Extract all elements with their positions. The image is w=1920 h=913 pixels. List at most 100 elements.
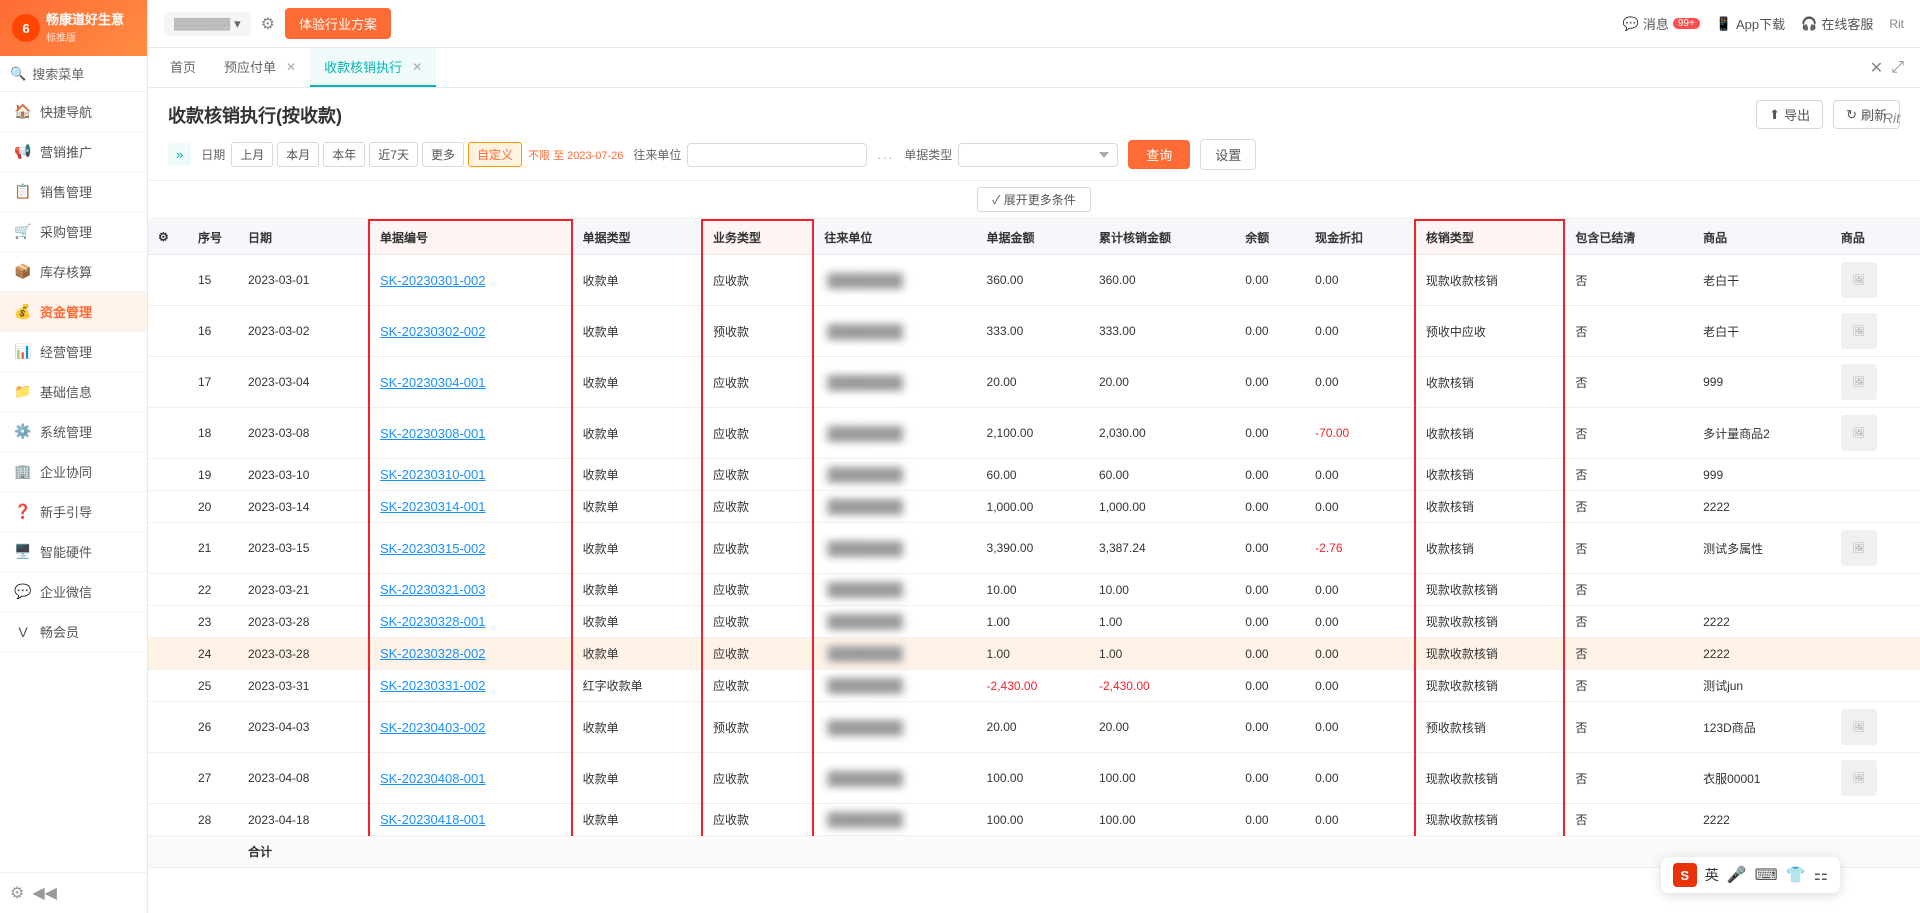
tab-collection[interactable]: 收款核销执行 ✕ [310,48,436,87]
row-total-writeoff: 100.00 [1089,753,1235,804]
doc-no-link[interactable]: SK-20230328-002 [380,646,486,661]
shirt-icon[interactable]: 👕 [1786,865,1806,885]
collapse-icon[interactable]: ◀◀ [32,883,57,903]
row-settings-cell[interactable] [148,357,188,408]
row-biz-type: 预收款 [702,306,813,357]
sidebar-item-wechat[interactable]: 💬 企业微信 [0,572,147,612]
row-product-img: 🖼 [1831,753,1920,804]
tab-prepay[interactable]: 预应付单 ✕ [210,48,310,87]
mic-icon[interactable]: 🎤 [1727,865,1747,885]
row-amount: 1.00 [977,606,1089,638]
doc-no-link[interactable]: SK-20230314-001 [380,499,486,514]
sidebar-item-enterprise[interactable]: 🏢 企业协同 [0,452,147,492]
doctype-select[interactable] [958,143,1118,167]
row-balance: 0.00 [1235,255,1305,306]
row-settings-cell[interactable] [148,523,188,574]
row-settings-cell[interactable] [148,491,188,523]
tab-close-collection[interactable]: ✕ [412,60,422,74]
notification-item[interactable]: 💬 消息 99+ [1623,14,1700,33]
row-settings-cell[interactable] [148,670,188,702]
sidebar-item-guide[interactable]: ❓ 新手引导 [0,492,147,532]
tab-expand-btn[interactable]: ⤢ [1891,59,1904,77]
query-button[interactable]: 查询 [1128,140,1190,169]
row-settings-cell[interactable] [148,408,188,459]
sidebar-item-marketing[interactable]: 📢 营销推广 [0,132,147,172]
row-product-img: 🖼 [1831,702,1920,753]
table-container[interactable]: ⚙ 序号 日期 单据编号 单据类型 业务类型 往来单位 单据金额 累计核销金额 … [148,219,1920,913]
row-settings-cell[interactable] [148,459,188,491]
sidebar-item-finance[interactable]: 💰 资金管理 [0,292,147,332]
this-year-btn[interactable]: 本年 [323,142,365,167]
sidebar-item-operation[interactable]: 📊 经营管理 [0,332,147,372]
more-date-btn[interactable]: 更多 [422,142,464,167]
doc-no-link[interactable]: SK-20230328-001 [380,614,486,629]
row-settings-cell[interactable] [148,306,188,357]
sidebar-item-hardware[interactable]: 🖥️ 智能硬件 [0,532,147,572]
row-settings-cell[interactable] [148,753,188,804]
doc-no-link[interactable]: SK-20230315-002 [380,541,486,556]
row-cash-discount: 0.00 [1305,357,1415,408]
row-balance: 0.00 [1235,606,1305,638]
row-settings-cell[interactable] [148,606,188,638]
tab-home[interactable]: 首页 [156,48,210,87]
doc-no-link[interactable]: SK-20230310-001 [380,467,486,482]
last-7days-btn[interactable]: 近7天 [369,142,418,167]
row-product: 2222 [1693,804,1831,836]
row-doc-no: SK-20230302-002 [369,306,572,357]
row-amount: 100.00 [977,804,1089,836]
row-cash-discount: 0.00 [1305,638,1415,670]
solution-button[interactable]: 体验行业方案 [285,8,391,39]
filter-toggle-button[interactable]: » [168,143,191,166]
row-cash-discount: 0.00 [1305,459,1415,491]
row-settings-cell[interactable] [148,255,188,306]
sidebar-item-basic[interactable]: 📁 基础信息 [0,372,147,412]
doc-no-link[interactable]: SK-20230321-003 [380,582,486,597]
tab-close-btn[interactable]: ✕ [1870,58,1883,78]
search-menu[interactable]: 🔍 搜索菜单 [0,56,147,92]
tab-close-prepay[interactable]: ✕ [286,60,296,74]
doc-no-link[interactable]: SK-20230418-001 [380,812,486,827]
sidebar-item-inventory[interactable]: 📦 库存核算 [0,252,147,292]
doc-no-link[interactable]: SK-20230301-002 [380,273,486,288]
sidebar-item-quick-nav[interactable]: 🏠 快捷导航 [0,92,147,132]
logo-sub: 标推版 [46,29,124,44]
doc-no-link[interactable]: SK-20230403-002 [380,720,486,735]
doc-no-link[interactable]: SK-20230331-002 [380,678,486,693]
last-month-btn[interactable]: 上月 [231,142,273,167]
sidebar-item-purchase[interactable]: 🛒 采购管理 [0,212,147,252]
grid-icon[interactable]: ⚏ [1814,865,1828,885]
col-settings[interactable]: ⚙ [148,220,188,255]
service-item[interactable]: 🎧 在线客服 [1801,14,1873,33]
row-biz-type: 应收款 [702,804,813,836]
row-balance: 0.00 [1235,357,1305,408]
doc-no-link[interactable]: SK-20230302-002 [380,324,486,339]
expand-conditions-button[interactable]: ✓ 展开更多条件 [977,187,1091,212]
sidebar-item-system[interactable]: ⚙️ 系统管理 [0,412,147,452]
product-image: 🖼 [1841,313,1877,349]
sidebar-item-member[interactable]: V 畅会员 [0,612,147,652]
row-settings-cell[interactable] [148,638,188,670]
row-date: 2023-03-14 [238,491,369,523]
row-product-img [1831,574,1920,606]
table-row: 20 2023-03-14 SK-20230314-001 收款单 应收款 ██… [148,491,1920,523]
export-button[interactable]: ⬆ 导出 [1756,100,1823,129]
this-month-btn[interactable]: 本月 [277,142,319,167]
row-settings-cell[interactable] [148,574,188,606]
doc-no-link[interactable]: SK-20230408-001 [380,771,486,786]
row-biz-type: 应收款 [702,357,813,408]
settings-button[interactable]: 设置 [1200,139,1256,170]
doc-no-link[interactable]: SK-20230308-001 [380,426,486,441]
partner-input[interactable] [687,143,867,167]
app-download-item[interactable]: 📱 App下载 [1716,14,1785,33]
row-settings-cell[interactable] [148,804,188,836]
gear-icon[interactable]: ⚙ [261,14,275,34]
data-table: ⚙ 序号 日期 单据编号 单据类型 业务类型 往来单位 单据金额 累计核销金额 … [148,219,1920,868]
row-settings-cell[interactable] [148,702,188,753]
doc-no-link[interactable]: SK-20230304-001 [380,375,486,390]
row-total-writeoff: 20.00 [1089,702,1235,753]
custom-date-btn[interactable]: 自定义 [468,142,522,167]
keyboard-icon[interactable]: ⌨ [1755,865,1778,885]
settings-bottom-icon[interactable]: ⚙ [10,883,24,903]
sidebar-item-sales[interactable]: 📋 销售管理 [0,172,147,212]
topbar-dropdown[interactable]: ▓▓▓▓▓▓▓ ▾ [164,12,251,36]
